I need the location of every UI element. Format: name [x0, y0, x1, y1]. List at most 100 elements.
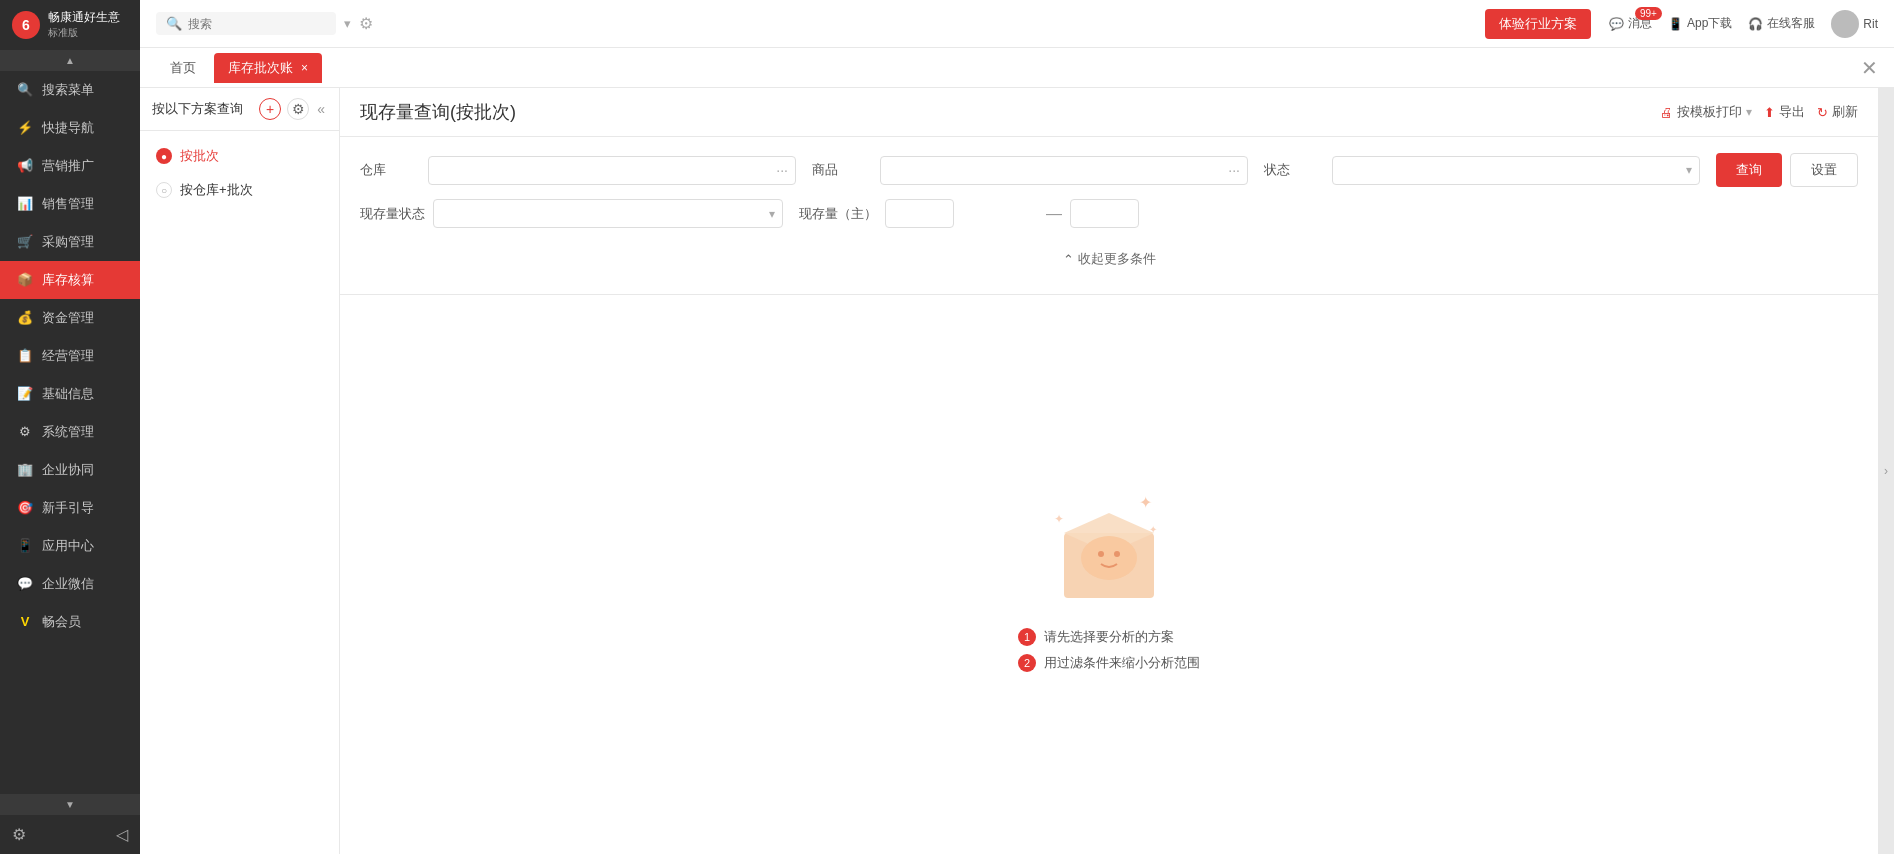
sidebar-item-label: 系统管理: [42, 423, 94, 441]
user-name: Rit: [1863, 17, 1878, 31]
stock-qty-to[interactable]: [1070, 199, 1139, 228]
topbar-dropdown-icon[interactable]: ▾: [344, 16, 351, 31]
warehouse-input[interactable]: [428, 156, 796, 185]
left-panel-header: 按以下方案查询 + ⚙ «: [140, 88, 339, 131]
sidebar-item-label: 企业协同: [42, 461, 94, 479]
sidebar-item-sales[interactable]: 📊 销售管理: [0, 185, 140, 223]
sidebar-item-appstore[interactable]: 📱 应用中心: [0, 527, 140, 565]
quick-icon: ⚡: [16, 119, 34, 137]
sidebar-item-label: 搜索菜单: [42, 81, 94, 99]
sidebar-item-quick[interactable]: ⚡ 快捷导航: [0, 109, 140, 147]
appstore-icon: 📱: [16, 537, 34, 555]
add-plan-btn[interactable]: +: [259, 98, 281, 120]
plan-dot-inactive: ○: [156, 182, 172, 198]
stock-status-filter: 现存量状态 ▾: [360, 199, 783, 228]
sidebar-item-label: 新手引导: [42, 499, 94, 517]
sidebar-item-basic[interactable]: 📝 基础信息: [0, 375, 140, 413]
export-label: 导出: [1779, 103, 1805, 121]
content-area: 按以下方案查询 + ⚙ « ● 按批次: [140, 88, 1894, 854]
plan-item-batch[interactable]: ● 按批次: [140, 139, 339, 173]
sidebar-item-purchase[interactable]: 🛒 采购管理: [0, 223, 140, 261]
topbar-search-input[interactable]: [188, 17, 308, 31]
right-collapse-handle[interactable]: ›: [1878, 88, 1894, 854]
close-all-tabs-btn[interactable]: ✕: [1861, 56, 1878, 80]
sidebar-item-label: 库存核算: [42, 271, 94, 289]
topbar: 🔍 ▾ ⚙ 体验行业方案 💬 消息 99+ 📱 App下载 🎧 在线客服 Rit: [140, 0, 1894, 48]
query-btn[interactable]: 查询: [1716, 153, 1782, 187]
tab-inventory-batch[interactable]: 库存批次账 ×: [214, 53, 322, 83]
message-icon: 💬: [1609, 17, 1624, 31]
sidebar-nav: 🔍 搜索菜单 ⚡ 快捷导航 📢 营销推广 📊 销售管理 🛒 采购管理 📦 库存核…: [0, 71, 140, 794]
tab-close-btn[interactable]: ×: [301, 61, 308, 75]
export-btn[interactable]: ⬆ 导出: [1764, 103, 1805, 121]
stock-qty-filter: 现存量（主） —: [799, 199, 1222, 228]
stock-status-select[interactable]: [433, 199, 783, 228]
status-label: 状态: [1264, 161, 1324, 179]
print-btn[interactable]: 🖨 按模板打印 ▾: [1660, 103, 1752, 121]
sidebar-item-wechat[interactable]: 💬 企业微信: [0, 565, 140, 603]
topbar-search-icon: 🔍: [166, 16, 182, 31]
sidebar-item-enterprise[interactable]: 🏢 企业协同: [0, 451, 140, 489]
warehouse-filter: 仓库 ···: [360, 156, 796, 185]
warehouse-label: 仓库: [360, 161, 420, 179]
sidebar-item-label: 采购管理: [42, 233, 94, 251]
plan-item-label: 按仓库+批次: [180, 181, 253, 199]
sidebar-item-system[interactable]: ⚙ 系统管理: [0, 413, 140, 451]
sidebar-item-inventory[interactable]: 📦 库存核算: [0, 261, 140, 299]
left-panel-title: 按以下方案查询: [152, 100, 243, 118]
range-dash: —: [1046, 205, 1062, 223]
plan-item-warehouse-batch[interactable]: ○ 按仓库+批次: [140, 173, 339, 207]
hint-item-1: 1 请先选择要分析的方案: [1018, 628, 1200, 646]
trial-industry-btn[interactable]: 体验行业方案: [1485, 9, 1591, 39]
user-menu[interactable]: Rit: [1831, 10, 1878, 38]
page-title: 现存量查询(按批次): [360, 100, 516, 124]
sidebar-item-vip[interactable]: V 畅会员: [0, 603, 140, 641]
messages-btn[interactable]: 💬 消息 99+: [1609, 15, 1652, 32]
empty-state: ✦ ✦ ✦ 1 请先选择要分析的方案 2 用过滤条件来缩小分析范围: [340, 295, 1878, 854]
settings-btn[interactable]: 设置: [1790, 153, 1858, 187]
sidebar-item-newbie[interactable]: 🎯 新手引导: [0, 489, 140, 527]
online-service-label: 在线客服: [1767, 15, 1815, 32]
online-service-btn[interactable]: 🎧 在线客服: [1748, 15, 1815, 32]
print-dropdown-icon[interactable]: ▾: [1746, 105, 1752, 119]
print-label: 按模板打印: [1677, 103, 1742, 121]
sidebar-settings-btn[interactable]: ⚙: [12, 825, 26, 844]
product-more-icon[interactable]: ···: [1228, 162, 1240, 178]
sales-icon: 📊: [16, 195, 34, 213]
product-filter: 商品 ···: [812, 156, 1248, 185]
wechat-icon: 💬: [16, 575, 34, 593]
sidebar-scroll-up[interactable]: ▲: [0, 51, 140, 71]
svg-point-2: [1081, 536, 1137, 580]
sidebar-collapse-btn[interactable]: ◁: [116, 825, 128, 844]
tab-home[interactable]: 首页: [156, 53, 210, 83]
sidebar-item-marketing[interactable]: 📢 营销推广: [0, 147, 140, 185]
app-edition: 标准版: [48, 26, 120, 40]
app-download-btn[interactable]: 📱 App下载: [1668, 15, 1732, 32]
app-download-label: App下载: [1687, 15, 1732, 32]
status-select[interactable]: [1332, 156, 1700, 185]
collapse-more-btn[interactable]: ⌃ 收起更多条件: [360, 240, 1858, 278]
action-buttons: 查询 设置: [1716, 153, 1858, 187]
stock-status-label: 现存量状态: [360, 205, 425, 223]
plan-settings-btn[interactable]: ⚙: [287, 98, 309, 120]
product-input[interactable]: [880, 156, 1248, 185]
gear-icon: ⚙: [292, 101, 305, 117]
export-icon: ⬆: [1764, 105, 1775, 120]
sidebar-scroll-down[interactable]: ▼: [0, 794, 140, 814]
left-panel-collapse-btn[interactable]: «: [315, 99, 327, 119]
hint-text-1: 请先选择要分析的方案: [1044, 628, 1174, 646]
topbar-settings-icon[interactable]: ⚙: [359, 14, 373, 33]
svg-text:✦: ✦: [1149, 524, 1157, 535]
sidebar-item-finance[interactable]: 💰 资金管理: [0, 299, 140, 337]
ops-icon: 📋: [16, 347, 34, 365]
newbie-icon: 🎯: [16, 499, 34, 517]
sidebar-item-ops[interactable]: 📋 经营管理: [0, 337, 140, 375]
warehouse-more-icon[interactable]: ···: [776, 162, 788, 178]
refresh-btn[interactable]: ↻ 刷新: [1817, 103, 1858, 121]
tab-home-label: 首页: [170, 59, 196, 77]
stock-qty-from[interactable]: [885, 199, 954, 228]
sidebar-item-search[interactable]: 🔍 搜索菜单: [0, 71, 140, 109]
company-name: 畅康通好生意: [48, 10, 120, 26]
topbar-search-box[interactable]: 🔍: [156, 12, 336, 35]
sidebar-item-label: 营销推广: [42, 157, 94, 175]
